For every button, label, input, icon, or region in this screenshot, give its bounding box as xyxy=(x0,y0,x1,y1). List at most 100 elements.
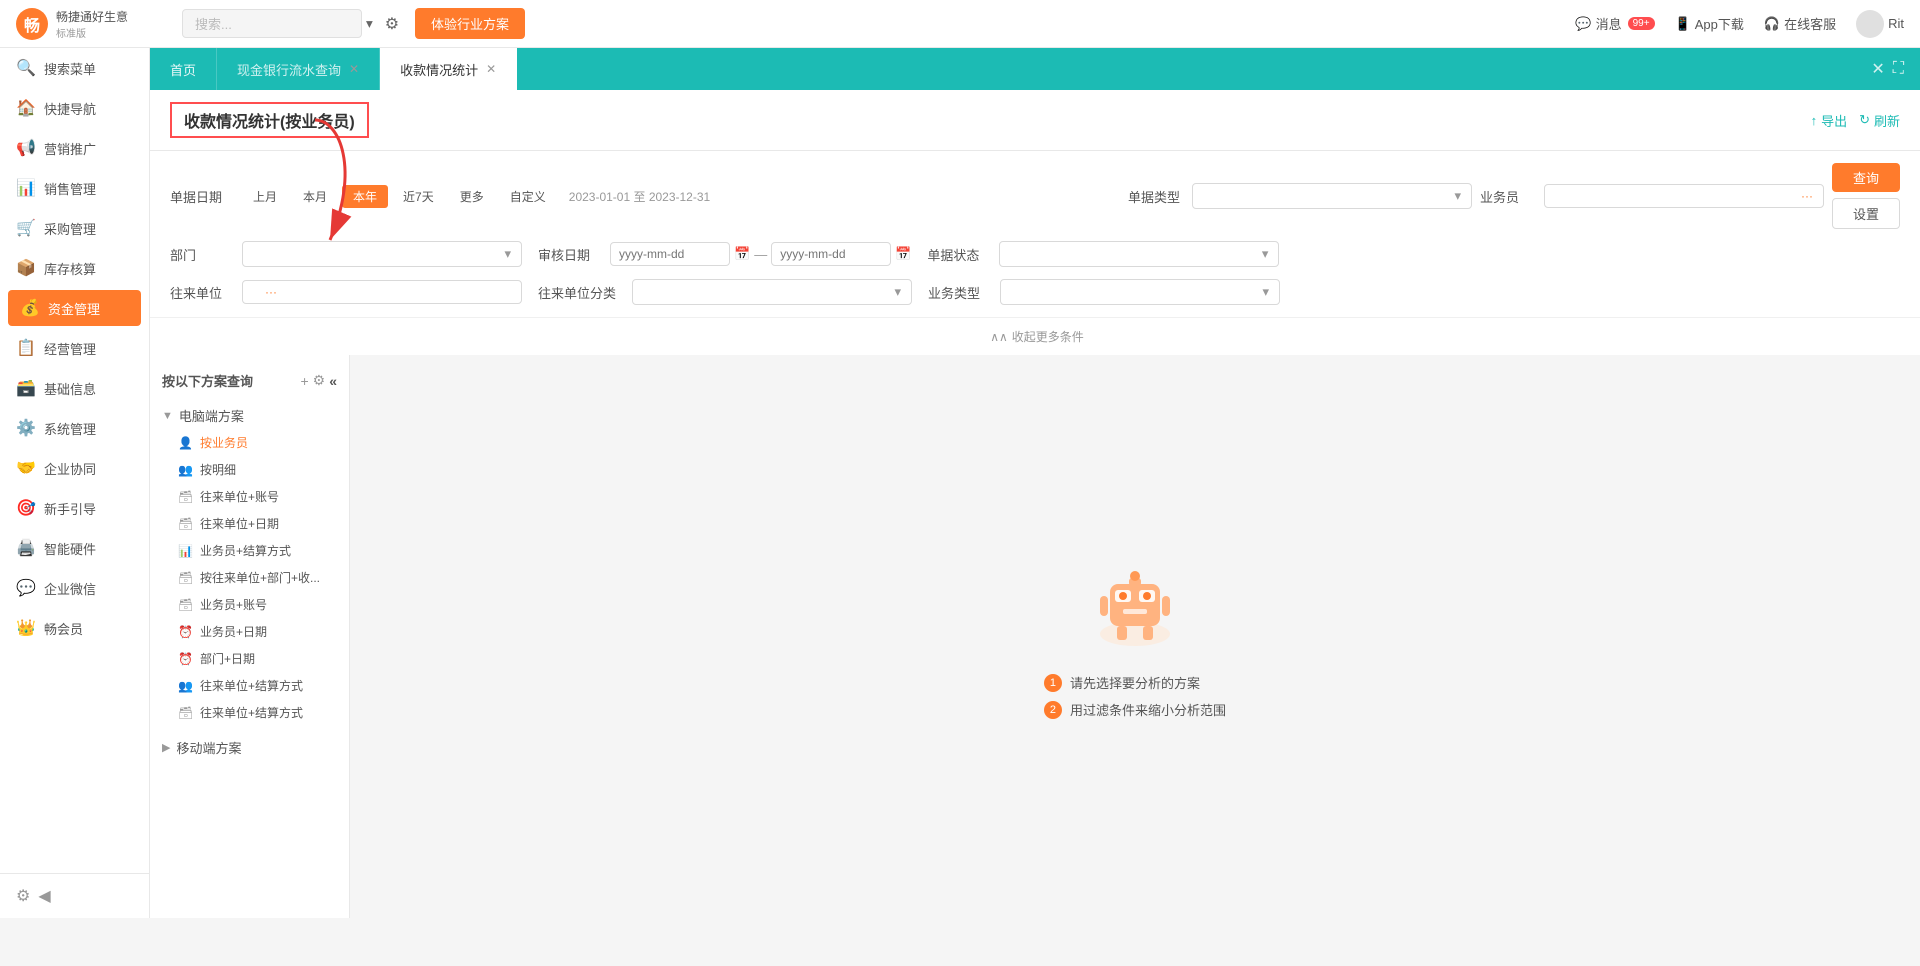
sidebar-item-inventory[interactable]: 📦 库存核算 xyxy=(0,248,149,288)
query-btn[interactable]: 查询 xyxy=(1832,163,1900,192)
settings-btn[interactable]: 设置 xyxy=(1832,198,1900,229)
sidebar-collapse-btn[interactable]: ◀ xyxy=(38,886,50,906)
page-header: 收款情况统计(按业务员) ↑ 导出 ↻ 刷新 xyxy=(150,90,1920,151)
header-search-box[interactable]: 搜索... xyxy=(182,9,362,38)
tab-close-all-icon[interactable]: ✕ xyxy=(1871,59,1884,79)
scheme-item-unit-settle-1[interactable]: 👥 往来单位+结算方式 xyxy=(150,672,349,699)
sidebar-item-collab[interactable]: 🤝 企业协同 xyxy=(0,448,149,488)
scheme-icon-9: 👥 xyxy=(178,679,194,693)
date-tab-custom[interactable]: 自定义 xyxy=(499,185,557,208)
date-tab-this-month[interactable]: 本月 xyxy=(292,185,338,208)
online-service-item[interactable]: 🎧 在线客服 xyxy=(1764,14,1836,33)
biz-type-arrow: ▾ xyxy=(1262,284,1269,300)
collapse-label: 收起更多条件 xyxy=(1012,328,1084,345)
doc-status-label: 单据状态 xyxy=(927,245,983,264)
scheme-icon-3: 🗃 xyxy=(178,517,194,531)
review-date-start[interactable] xyxy=(610,242,730,266)
trial-btn[interactable]: 体验行业方案 xyxy=(415,8,525,39)
tab-collection-stats-close[interactable]: ✕ xyxy=(486,62,496,76)
scheme-item-dept-date[interactable]: ⏰ 部门+日期 xyxy=(150,645,349,672)
review-date-end[interactable] xyxy=(771,242,891,266)
app-download-item[interactable]: 📱 App下载 xyxy=(1675,14,1744,33)
date-tab-last-month[interactable]: 上月 xyxy=(242,185,288,208)
scheme-settings-btn[interactable]: ⚙ xyxy=(313,372,326,389)
sidebar-item-member[interactable]: 👑 畅会员 xyxy=(0,608,149,648)
sidebar-item-guide[interactable]: 🎯 新手引导 xyxy=(0,488,149,528)
biz-type-select[interactable]: ▾ xyxy=(1000,279,1280,305)
sidebar-item-operations[interactable]: 📋 经营管理 xyxy=(0,328,149,368)
export-icon: ↑ xyxy=(1811,113,1818,128)
message-icon: 💬 xyxy=(1575,16,1591,32)
scheme-panel: 按以下方案查询 + ⚙ « ▼ 电脑端方案 👤 按业务员 xyxy=(150,355,350,918)
scheme-item-sales-date[interactable]: ⏰ 业务员+日期 xyxy=(150,618,349,645)
doc-type-select[interactable]: ▾ xyxy=(1192,183,1472,209)
sidebar-item-system[interactable]: ⚙️ 系统管理 xyxy=(0,408,149,448)
main-area: 首页 现金银行流水查询 ✕ 收款情况统计 ✕ ✕ ⛶ 收款情况统计(按业务员) … xyxy=(150,48,1920,918)
scheme-item-unit-account[interactable]: 🗃 往来单位+账号 xyxy=(150,483,349,510)
tab-collection-stats[interactable]: 收款情况统计 ✕ xyxy=(380,48,517,90)
tab-cash-flow[interactable]: 现金银行流水查询 ✕ xyxy=(217,48,380,90)
sidebar-item-search[interactable]: 🔍 搜索菜单 xyxy=(0,48,149,88)
tab-cash-flow-close[interactable]: ✕ xyxy=(349,62,359,76)
dept-select[interactable]: ▾ xyxy=(242,241,522,267)
scheme-item-unit-settle-2[interactable]: 🗃 往来单位+结算方式 xyxy=(150,699,349,726)
filter-row-2: 部门 ▾ 审核日期 📅 — 📅 单据状态 ▾ xyxy=(170,241,1900,267)
salesperson-label: 业务员 xyxy=(1480,187,1536,206)
member-icon: 👑 xyxy=(16,618,36,638)
scheme-item-salesperson[interactable]: 👤 按业务员 xyxy=(150,429,349,456)
sidebar-item-basic[interactable]: 🗃️ 基础信息 xyxy=(0,368,149,408)
sidebar-bottom: ⚙ ◀ xyxy=(0,873,149,918)
review-date-group: 📅 — 📅 xyxy=(610,242,911,266)
scheme-icon-8: ⏰ xyxy=(178,652,194,666)
doc-type-label: 单据类型 xyxy=(1128,187,1184,206)
salesperson-select[interactable]: ··· xyxy=(1544,184,1824,208)
salesperson-more[interactable]: ··· xyxy=(1801,189,1813,203)
cal-icon-1[interactable]: 📅 xyxy=(734,246,750,262)
scheme-add-btn[interactable]: + xyxy=(300,372,308,389)
doc-type-arrow: ▾ xyxy=(1454,188,1461,204)
sidebar-item-shortcut[interactable]: 🏠 快捷导航 xyxy=(0,88,149,128)
dept-label: 部门 xyxy=(170,245,226,264)
collapse-bar[interactable]: ∧∧ 收起更多条件 xyxy=(150,317,1920,355)
sidebar-item-hardware[interactable]: 🖨️ 智能硬件 xyxy=(0,528,149,568)
sidebar-item-finance[interactable]: 💰 资金管理 xyxy=(8,290,141,326)
tab-bar-right: ✕ ⛶ xyxy=(1871,59,1920,79)
cal-icon-2[interactable]: 📅 xyxy=(895,246,911,262)
counterpart-cat-select[interactable]: ▾ xyxy=(632,279,912,305)
user-avatar-area[interactable]: Rit xyxy=(1856,10,1904,38)
message-item[interactable]: 💬 消息 99+ xyxy=(1575,14,1654,33)
filter-row-3: 往来单位 ··· 往来单位分类 ▾ 业务类型 ▾ xyxy=(170,279,1900,305)
sidebar-settings-btn[interactable]: ⚙ xyxy=(16,886,30,906)
query-btns: 查询 设置 xyxy=(1832,163,1900,229)
sidebar-item-purchase[interactable]: 🛒 采购管理 xyxy=(0,208,149,248)
sidebar-item-sales[interactable]: 📊 销售管理 xyxy=(0,168,149,208)
scheme-item-unit-date[interactable]: 🗃 往来单位+日期 xyxy=(150,510,349,537)
sidebar-item-marketing[interactable]: 📢 营销推广 xyxy=(0,128,149,168)
mobile-scheme-group: ▶ 移动端方案 xyxy=(150,730,349,765)
scheme-collapse-btn[interactable]: « xyxy=(329,372,337,389)
date-tab-this-year[interactable]: 本年 xyxy=(342,185,388,208)
desktop-group-title[interactable]: ▼ 电脑端方案 xyxy=(150,402,349,429)
scheme-icon-4: 📊 xyxy=(178,544,194,558)
export-btn[interactable]: ↑ 导出 xyxy=(1811,111,1848,130)
counterpart-select[interactable]: ··· xyxy=(242,280,522,304)
counterpart-cat-label: 往来单位分类 xyxy=(538,283,616,302)
tab-home[interactable]: 首页 xyxy=(150,48,217,90)
scheme-item-sales-settle[interactable]: 📊 业务员+结算方式 xyxy=(150,537,349,564)
scheme-item-detail[interactable]: 👥 按明细 xyxy=(150,456,349,483)
filter-area: 单据日期 上月 本月 本年 近7天 更多 自定义 2023-01-01 至 20… xyxy=(150,151,1920,317)
counterpart-more-btn[interactable]: ··· xyxy=(265,285,277,299)
scheme-item-unit-dept-collect[interactable]: 🗃 按往来单位+部门+收... xyxy=(150,564,349,591)
doc-status-select[interactable]: ▾ xyxy=(999,241,1279,267)
date-range-text: 2023-01-01 至 2023-12-31 xyxy=(569,188,710,205)
header-dropdown-btn[interactable]: ▾ xyxy=(362,12,377,36)
scheme-item-sales-account[interactable]: 🗃 业务员+账号 xyxy=(150,591,349,618)
date-tab-more[interactable]: 更多 xyxy=(449,185,495,208)
sidebar-item-weixin[interactable]: 💬 企业微信 xyxy=(0,568,149,608)
desktop-scheme-group: ▼ 电脑端方案 👤 按业务员 👥 按明细 🗃 往来单位+账号 xyxy=(150,398,349,730)
refresh-btn[interactable]: ↻ 刷新 xyxy=(1859,111,1900,130)
header-gear-btn[interactable]: ⚙ xyxy=(377,10,407,38)
mobile-group-title[interactable]: ▶ 移动端方案 xyxy=(150,734,349,761)
date-tab-7days[interactable]: 近7天 xyxy=(392,185,445,208)
tab-maximize-icon[interactable]: ⛶ xyxy=(1893,60,1904,78)
